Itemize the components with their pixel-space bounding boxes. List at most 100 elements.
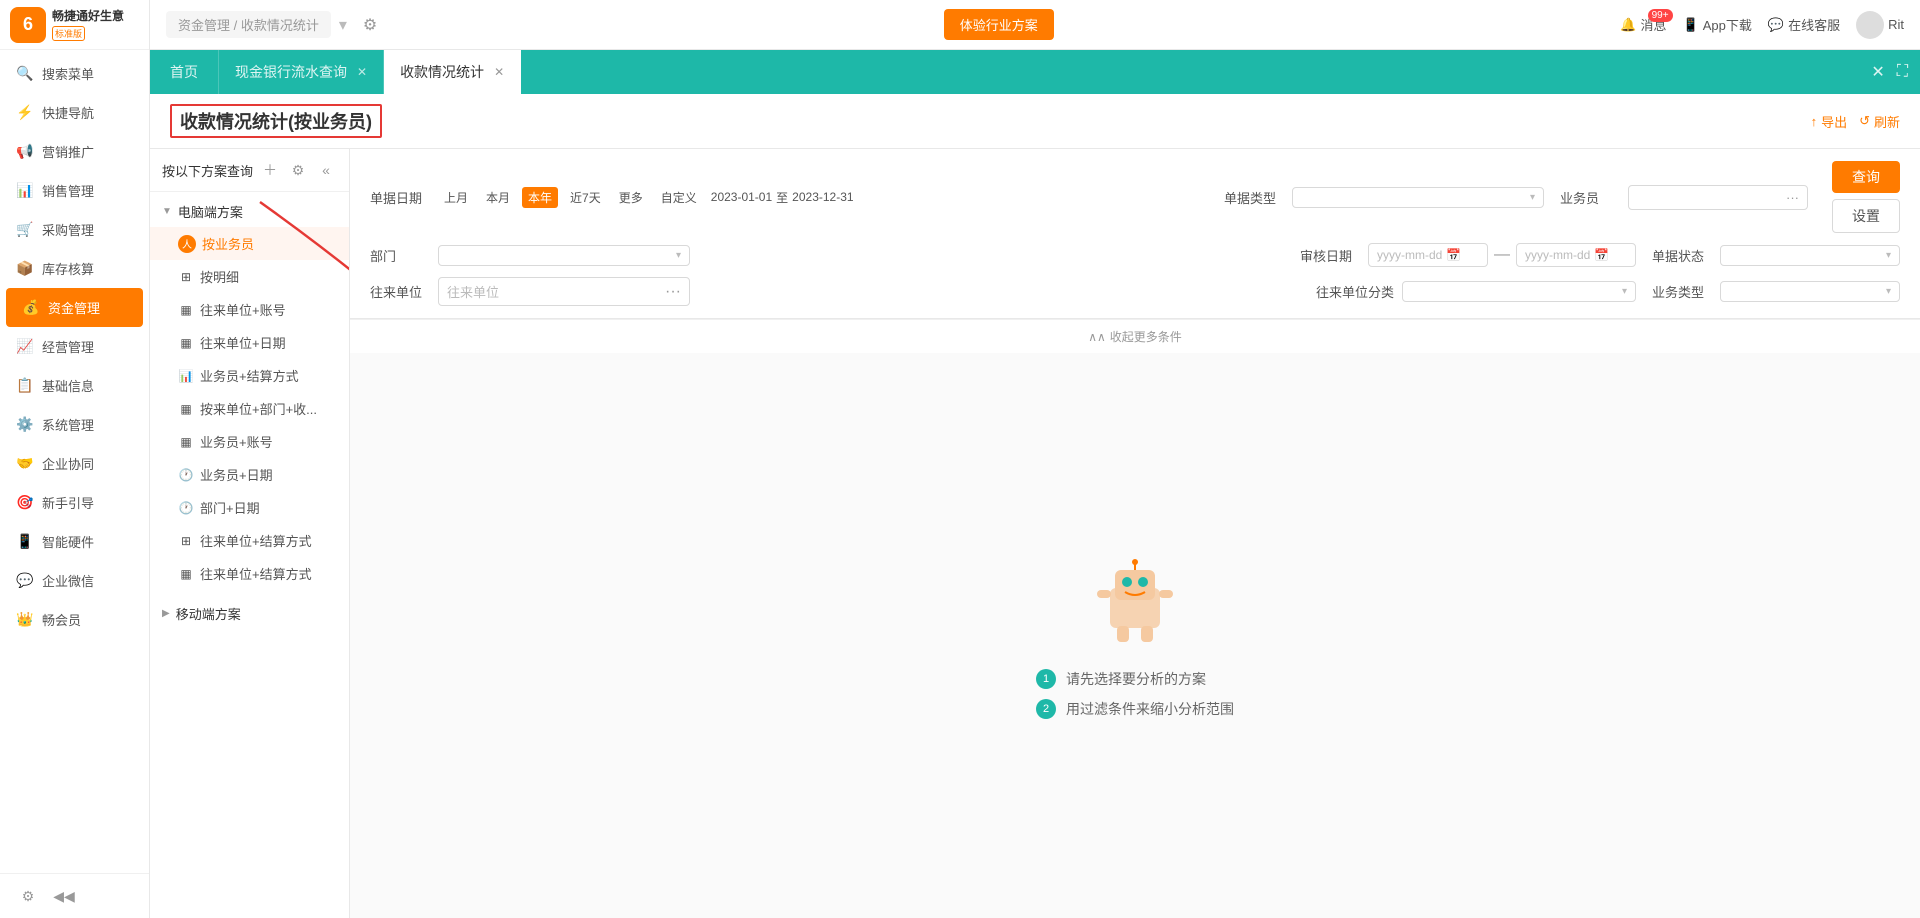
tree-item-salesperson-label: 按业务员 [202, 234, 254, 253]
breadcrumb-dropdown-icon[interactable]: ▾ [339, 15, 347, 35]
user-name: Rit [1888, 17, 1904, 32]
collapse-filter-button[interactable]: ∧∧ 收起更多条件 [350, 319, 1920, 353]
empty-step-2: 2 用过滤条件来缩小分析范围 [1036, 699, 1234, 719]
main-container: 资金管理 / 收款情况统计 ▾ ⚙ 体验行业方案 🔔 消息 99+ 📱 App下… [150, 0, 1920, 918]
sidebar-item-sales[interactable]: 📊 销售管理 [0, 171, 149, 210]
tree-desktop-section: ▼ 电脑端方案 人 按业务员 ⊞ 按明细 ▦ 往来单位+账号 [150, 192, 349, 594]
tree-mobile-header[interactable]: ▶ 移动端方案 [150, 598, 349, 629]
tree-item-partner-settle2[interactable]: ▦ 往来单位+结算方式 [150, 557, 349, 590]
date-btn-7days[interactable]: 近7天 [564, 187, 607, 208]
tab-home-label: 首页 [170, 62, 198, 82]
collapse-panel-button[interactable]: « [315, 159, 337, 181]
filter-salesperson-select[interactable]: ··· [1628, 185, 1808, 210]
sidebar-item-hardware[interactable]: 📱 智能硬件 [0, 522, 149, 561]
tab-receipt-close-icon[interactable]: ✕ [494, 65, 504, 79]
tree-item-unit-dept[interactable]: ▦ 按来单位+部门+收... [150, 392, 349, 425]
filter-doc-status-select[interactable]: ▾ [1720, 245, 1900, 266]
sidebar-footer: ⚙ ◀◀ [0, 873, 149, 918]
sidebar-item-basic[interactable]: 📋 基础信息 [0, 366, 149, 405]
online-service-item[interactable]: 💬 在线客服 [1768, 15, 1840, 34]
date-btn-this-year[interactable]: 本年 [522, 187, 558, 208]
tree-item-partner-settle[interactable]: ⊞ 往来单位+结算方式 [150, 524, 349, 557]
dept-date-icon: 🕐 [178, 500, 194, 516]
setting-button[interactable]: 设置 [1832, 199, 1900, 233]
review-date-from-input[interactable]: yyyy-mm-dd 📅 [1368, 243, 1488, 267]
detail-icon: ⊞ [178, 269, 194, 285]
unit-dept-icon: ▦ [178, 401, 194, 417]
filter-partner-category-select[interactable]: ▾ [1402, 281, 1636, 302]
sidebar-item-member[interactable]: 👑 畅会员 [0, 600, 149, 639]
tab-expand-icon[interactable]: ⛶ [1897, 63, 1908, 81]
trial-button[interactable]: 体验行业方案 [944, 9, 1054, 40]
breadcrumb: 资金管理 / 收款情况统计 [166, 11, 331, 38]
app-download-item[interactable]: 📱 App下载 [1683, 15, 1752, 34]
step-label-2: 用过滤条件来缩小分析范围 [1066, 699, 1234, 719]
filter-dept-select[interactable]: ▾ [438, 245, 690, 266]
filter-partner-more-icon[interactable]: ··· [665, 283, 681, 301]
tree-item-by-salesperson[interactable]: 人 按业务员 [150, 227, 349, 260]
date-to: 2023-12-31 [792, 190, 853, 204]
tree-item-dept-date[interactable]: 🕐 部门+日期 [150, 491, 349, 524]
tab-bank-close-icon[interactable]: ✕ [357, 65, 367, 79]
filter-doc-type-item: 单据类型 ▾ [1224, 187, 1544, 208]
sidebar-label-wechat: 企业微信 [42, 571, 94, 590]
tree-item-salesperson-date[interactable]: 🕐 业务员+日期 [150, 458, 349, 491]
user-area[interactable]: Rit [1856, 11, 1904, 39]
filter-biz-type-select[interactable]: ▾ [1720, 281, 1900, 302]
marketing-icon: 📢 [16, 143, 34, 161]
tab-home[interactable]: 首页 [150, 50, 219, 94]
tab-receipt[interactable]: 收款情况统计 ✕ [384, 50, 521, 94]
sidebar-item-inventory[interactable]: 📦 库存核算 [0, 249, 149, 288]
date-btn-more[interactable]: 更多 [613, 187, 649, 208]
filter-doc-type-select[interactable]: ▾ [1292, 187, 1544, 208]
sidebar-item-marketing[interactable]: 📢 营销推广 [0, 132, 149, 171]
sidebar-item-guide[interactable]: 🎯 新手引导 [0, 483, 149, 522]
search-menu-icon: 🔍 [16, 65, 34, 83]
basic-icon: 📋 [16, 377, 34, 395]
collapse-footer-icon[interactable]: ◀◀ [52, 884, 76, 908]
review-date-to-placeholder: yyyy-mm-dd [1525, 248, 1590, 262]
tree-item-salesperson-settle[interactable]: 📊 业务员+结算方式 [150, 359, 349, 392]
tree-item-partner-account[interactable]: ▦ 往来单位+账号 [150, 293, 349, 326]
tree-item-salesperson-account[interactable]: ▦ 业务员+账号 [150, 425, 349, 458]
settings-footer-icon[interactable]: ⚙ [16, 884, 40, 908]
left-panel-title: 按以下方案查询 [162, 161, 253, 180]
date-btn-last-month[interactable]: 上月 [438, 187, 474, 208]
sidebar-item-finance[interactable]: 💰 资金管理 [6, 288, 143, 327]
filter-partner-input[interactable]: 往来单位 ··· [438, 277, 690, 306]
settings-scheme-button[interactable]: ⚙ [287, 159, 309, 181]
sidebar-item-purchase[interactable]: 🛒 采购管理 [0, 210, 149, 249]
sidebar-item-operation[interactable]: 📈 经营管理 [0, 327, 149, 366]
collapse-label: 收起更多条件 [1110, 328, 1182, 345]
date-btn-this-month[interactable]: 本月 [480, 187, 516, 208]
salesperson-icon: 人 [178, 235, 196, 253]
left-panel-header: 按以下方案查询 ＋ ⚙ « [150, 149, 349, 192]
query-button[interactable]: 查询 [1832, 161, 1900, 193]
calendar-from-icon[interactable]: 📅 [1446, 248, 1461, 262]
settings-icon[interactable]: ⚙ [363, 15, 377, 35]
tree-item-by-detail[interactable]: ⊞ 按明细 [150, 260, 349, 293]
tree-desktop-header[interactable]: ▼ 电脑端方案 [150, 196, 349, 227]
sidebar-item-wechat[interactable]: 💬 企业微信 [0, 561, 149, 600]
tab-bank[interactable]: 现金银行流水查询 ✕ [219, 50, 384, 94]
top-left: 资金管理 / 收款情况统计 ▾ ⚙ [166, 11, 377, 38]
add-scheme-button[interactable]: ＋ [259, 159, 281, 181]
date-btn-custom[interactable]: 自定义 [655, 187, 703, 208]
calendar-to-icon[interactable]: 📅 [1594, 248, 1609, 262]
member-icon: 👑 [16, 611, 34, 629]
tab-minimize-icon[interactable]: ✕ [1871, 62, 1884, 82]
tree-item-dept-date-label: 部门+日期 [200, 498, 260, 517]
review-date-to-input[interactable]: yyyy-mm-dd 📅 [1516, 243, 1636, 267]
tree-item-partner-date[interactable]: ▦ 往来单位+日期 [150, 326, 349, 359]
sidebar-item-enterprise[interactable]: 🤝 企业协同 [0, 444, 149, 483]
notification-area[interactable]: 🔔 消息 99+ [1620, 15, 1666, 34]
filter-doc-status-label: 单据状态 [1652, 246, 1712, 265]
online-service-icon: 💬 [1768, 17, 1784, 33]
sidebar-item-system[interactable]: ⚙️ 系统管理 [0, 405, 149, 444]
filter-salesperson-more-icon[interactable]: ··· [1786, 190, 1799, 205]
refresh-button[interactable]: ↺ 刷新 [1859, 112, 1900, 131]
logo-text-block: 畅捷通好生意 标准版 [52, 7, 124, 42]
sidebar-item-search-menu[interactable]: 🔍 搜索菜单 [0, 54, 149, 93]
export-button[interactable]: ↑ 导出 [1811, 112, 1848, 131]
sidebar-item-quick-nav[interactable]: ⚡ 快捷导航 [0, 93, 149, 132]
